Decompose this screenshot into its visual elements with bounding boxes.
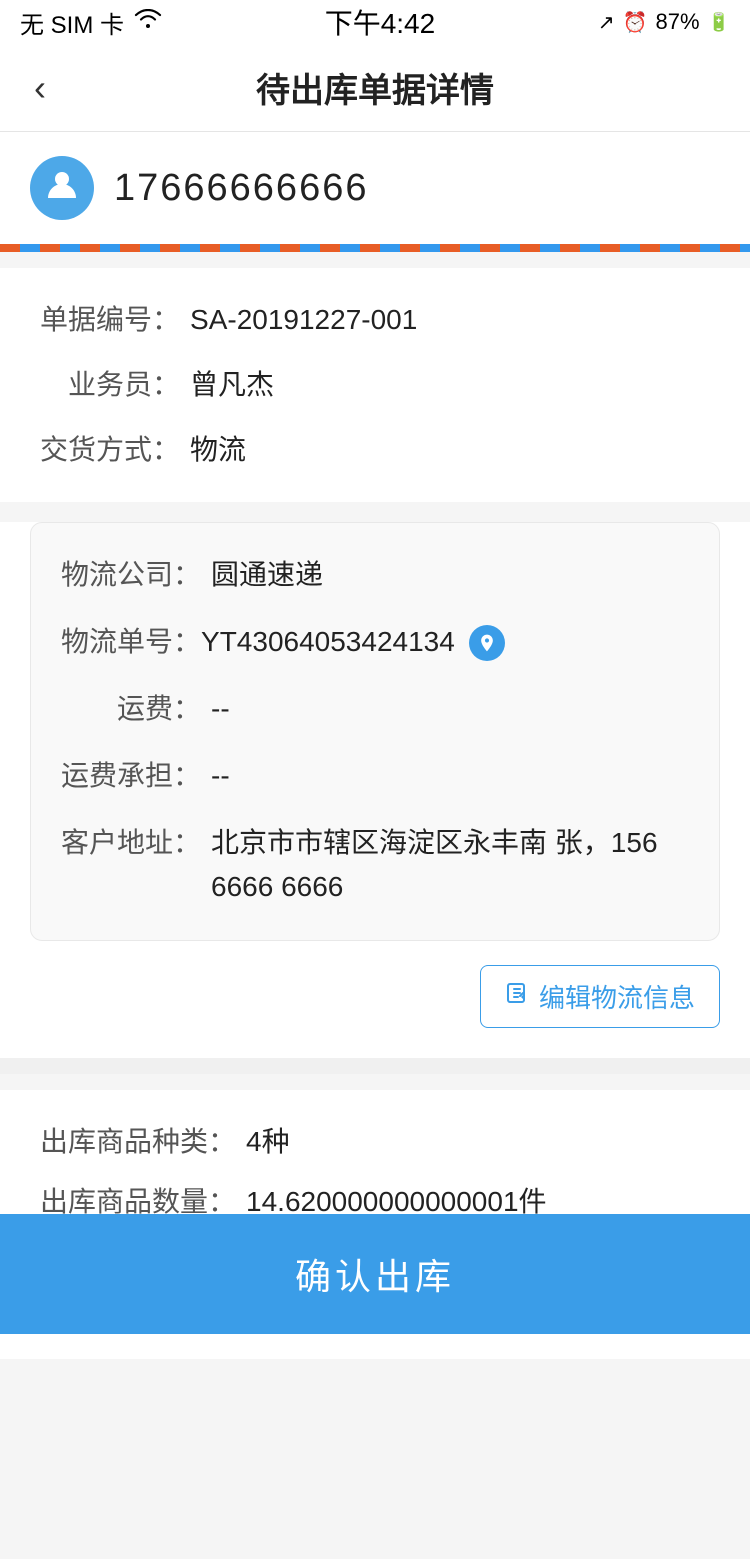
edit-logistics-area: 编辑物流信息 — [0, 941, 750, 1058]
freight-value: -- — [211, 687, 689, 732]
goods-types-label: 出库商品种类： — [40, 1120, 236, 1160]
customer-header: 17666666666 — [0, 132, 750, 244]
logistics-card: 物流公司： 圆通速递 物流单号： YT43064053424134 运费： --… — [30, 522, 720, 941]
wifi-icon — [134, 8, 162, 36]
status-left: 无 SIM 卡 — [20, 5, 162, 40]
tracking-value-row: YT43064053424134 — [201, 620, 505, 665]
logistics-company-label: 物流公司： — [61, 553, 201, 598]
status-right: ↗ ⏰ 87% 🔋 — [598, 9, 730, 35]
tracking-row: 物流单号： YT43064053424134 — [61, 620, 689, 665]
battery-icon: 🔋 — [708, 12, 730, 33]
order-no-label: 单据编号： — [40, 298, 180, 343]
page-title: 待出库单据详情 — [256, 63, 494, 112]
salesman-label: 业务员： — [40, 363, 180, 408]
back-button[interactable]: ‹ — [24, 57, 56, 119]
freight-bearer-label: 运费承担： — [61, 754, 201, 799]
logistics-company-value: 圆通速递 — [211, 553, 689, 598]
status-time: 下午4:42 — [325, 2, 436, 42]
alarm-icon: ⏰ — [623, 10, 648, 35]
user-icon — [44, 166, 80, 211]
freight-bearer-row: 运费承担： -- — [61, 754, 689, 799]
delivery-label: 交货方式： — [40, 428, 180, 473]
tracking-label: 物流单号： — [61, 620, 201, 665]
address-label: 客户地址： — [61, 821, 201, 866]
confirm-bar[interactable]: 确认出库 — [0, 1214, 750, 1334]
location-arrow-icon: ↗ — [598, 10, 615, 35]
status-bar: 无 SIM 卡 下午4:42 ↗ ⏰ 87% 🔋 — [0, 0, 750, 44]
section-separator-1 — [0, 1058, 750, 1074]
order-info-section: 单据编号： SA-20191227-001 业务员： 曾凡杰 交货方式： 物流 — [0, 268, 750, 502]
freight-row: 运费： -- — [61, 687, 689, 732]
salesman-row: 业务员： 曾凡杰 — [40, 363, 710, 408]
tracking-location-icon[interactable] — [469, 625, 505, 661]
salesman-value: 曾凡杰 — [190, 363, 710, 408]
logistics-container: 物流公司： 圆通速递 物流单号： YT43064053424134 运费： --… — [0, 522, 750, 1058]
dashed-divider — [0, 244, 750, 252]
address-row: 客户地址： 北京市市辖区海淀区永丰南 张，156 6666 6666 — [61, 821, 689, 911]
goods-types-row: 出库商品种类： 4种 — [40, 1120, 710, 1160]
order-no-row: 单据编号： SA-20191227-001 — [40, 298, 710, 343]
edit-logistics-label: 编辑物流信息 — [539, 978, 695, 1015]
edit-logistics-button[interactable]: 编辑物流信息 — [480, 965, 720, 1028]
tracking-no-value: YT43064053424134 — [201, 620, 455, 665]
order-no-value: SA-20191227-001 — [190, 298, 710, 343]
address-value: 北京市市辖区海淀区永丰南 张，156 6666 6666 — [211, 821, 689, 911]
empty-area — [0, 1359, 750, 1559]
logistics-company-row: 物流公司： 圆通速递 — [61, 553, 689, 598]
freight-label: 运费： — [61, 687, 201, 732]
carrier-text: 无 SIM 卡 — [20, 5, 124, 40]
nav-bar: ‹ 待出库单据详情 — [0, 44, 750, 132]
edit-icon — [505, 981, 529, 1012]
avatar — [30, 156, 94, 220]
freight-bearer-value: -- — [211, 754, 689, 799]
confirm-button-text: 确认出库 — [295, 1248, 455, 1300]
customer-phone: 17666666666 — [114, 167, 368, 210]
delivery-row: 交货方式： 物流 — [40, 428, 710, 473]
delivery-value: 物流 — [190, 428, 710, 473]
goods-types-value: 4种 — [246, 1120, 710, 1160]
battery-text: 87% — [656, 9, 700, 35]
